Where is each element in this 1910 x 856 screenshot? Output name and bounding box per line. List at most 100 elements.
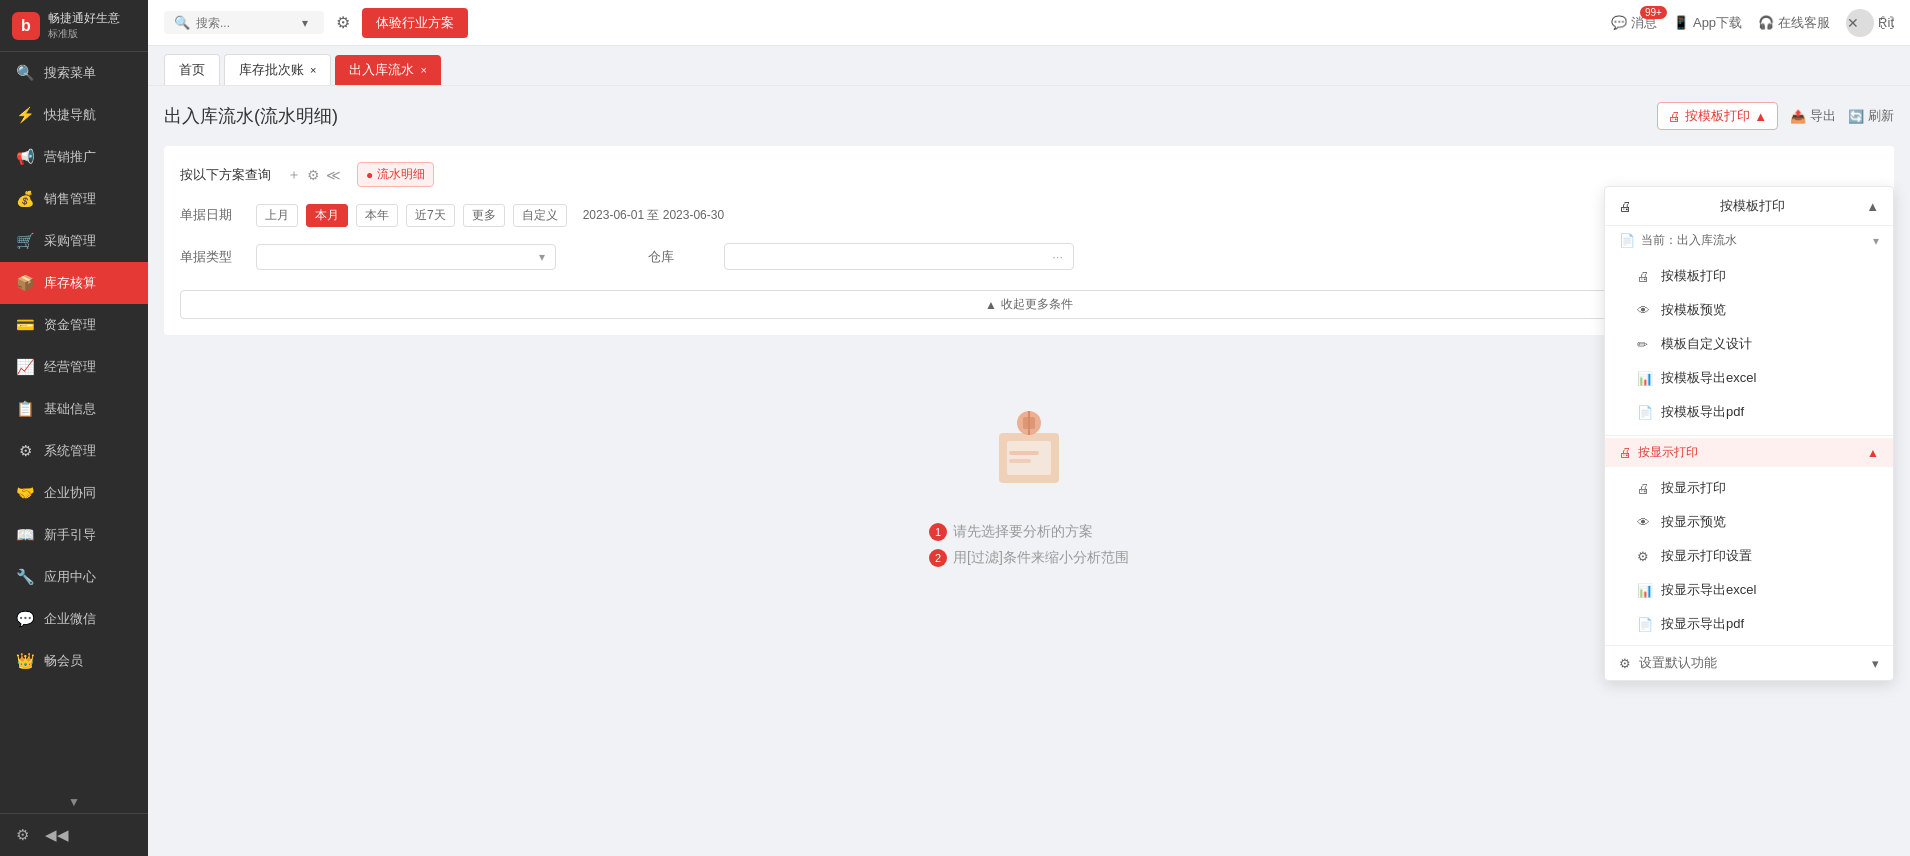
tab-stock-flow-close[interactable]: ×: [420, 64, 426, 76]
collapse-icon[interactable]: ◀◀: [45, 826, 69, 844]
tab-home-label: 首页: [179, 61, 205, 79]
sidebar-item-6[interactable]: 💳资金管理: [0, 304, 148, 346]
tab-stock-flow[interactable]: 出入库流水 ×: [335, 55, 440, 85]
sidebar-item-icon-13: 💬: [16, 610, 34, 628]
sidebar-item-8[interactable]: 📋基础信息: [0, 388, 148, 430]
pdf-disp-label: 按显示导出pdf: [1661, 615, 1744, 633]
sidebar-item-13[interactable]: 💬 企业微信: [0, 598, 148, 640]
sidebar-item-12[interactable]: 🔧 应用中心: [0, 556, 148, 598]
sidebar-item-icon-12: 🔧: [16, 568, 34, 586]
sidebar-item-label-9: 系统管理: [44, 442, 96, 460]
date-more-btn[interactable]: 更多: [463, 204, 505, 227]
footer-icon: ⚙: [1619, 656, 1631, 671]
search-input[interactable]: [196, 16, 296, 30]
print-tmpl-label: 按模板打印: [1661, 267, 1726, 285]
dropdown-preview-template[interactable]: 👁 按模板预览: [1605, 293, 1893, 327]
hint-item-1: 1 请先选择要分析的方案: [929, 523, 1129, 541]
export-btn[interactable]: 📤 导出: [1790, 107, 1836, 125]
message-btn[interactable]: 💬 消息 99+: [1611, 14, 1657, 32]
sidebar-scroll-down[interactable]: ▼: [68, 795, 80, 809]
print-template-btn[interactable]: 🖨 按模板打印 ▲: [1657, 102, 1778, 130]
dropdown-print-display[interactable]: 🖨 按显示打印: [1605, 471, 1893, 505]
sidebar-item-label-12: 应用中心: [44, 568, 96, 586]
dropdown-header-arrow[interactable]: ▲: [1866, 199, 1879, 214]
topbar-search-box[interactable]: 🔍 ▾: [164, 11, 324, 34]
sidebar-item-11[interactable]: 📖新手引导: [0, 514, 148, 556]
sidebar-item-4[interactable]: 🛒采购管理: [0, 220, 148, 262]
sidebar-item-14[interactable]: 👑畅会员: [0, 640, 148, 682]
date-last-7days-btn[interactable]: 近7天: [406, 204, 455, 227]
logo-text: 畅捷通好生意 标准版: [48, 10, 120, 41]
window-controls: ✕ ⛶: [1830, 0, 1910, 46]
filter-tag-dot: ●: [366, 168, 373, 182]
settings-icon[interactable]: ⚙: [16, 826, 29, 844]
sidebar-item-icon-2: 📢: [16, 148, 34, 166]
search-dropdown-arrow[interactable]: ▾: [302, 16, 308, 30]
sidebar-item-icon-9: ⚙: [16, 442, 34, 460]
filter-collapse-icon[interactable]: ≪: [326, 167, 341, 183]
close-window-btn[interactable]: ✕: [1838, 8, 1868, 38]
app-logo: b 畅捷通好生意 标准版: [0, 0, 148, 52]
dropdown-print-settings-display[interactable]: ⚙ 按显示打印设置: [1605, 539, 1893, 573]
dropdown-export-excel-display[interactable]: 📊 按显示导出excel: [1605, 573, 1893, 607]
dropdown-print-template[interactable]: 🖨 按模板打印: [1605, 259, 1893, 293]
dropdown-export-pdf-template[interactable]: 📄 按模板导出pdf: [1605, 395, 1893, 429]
current-template-arrow[interactable]: ▾: [1873, 234, 1879, 248]
preview-tmpl-label: 按模板预览: [1661, 301, 1726, 319]
pdf-tmpl-label: 按模板导出pdf: [1661, 403, 1744, 421]
dropdown-export-pdf-display[interactable]: 📄 按显示导出pdf: [1605, 607, 1893, 641]
template-icon: 📄: [1619, 233, 1635, 248]
sidebar-item-label-13: 企业微信: [44, 610, 96, 628]
excel-disp-label: 按显示导出excel: [1661, 581, 1756, 599]
message-badge: 99+: [1640, 6, 1667, 19]
sidebar-item-3[interactable]: 💰 销售管理: [0, 178, 148, 220]
display-section-icon: 🖨: [1619, 445, 1632, 460]
sidebar-item-icon-8: 📋: [16, 400, 34, 418]
filter-main-label: 按以下方案查询: [180, 166, 271, 184]
filter-settings-icon[interactable]: ⚙: [307, 167, 320, 183]
add-filter-icon[interactable]: ＋: [287, 166, 301, 184]
voucher-type-select[interactable]: ▾: [256, 244, 556, 270]
sidebar-item-icon-3: 💰: [16, 190, 34, 208]
hint-text-2: 用[过滤]条件来缩小分析范围: [953, 549, 1129, 567]
tab-home[interactable]: 首页: [164, 54, 220, 85]
warehouse-select[interactable]: ···: [724, 243, 1074, 270]
tab-inventory-batch[interactable]: 库存批次账 ×: [224, 54, 331, 85]
date-last-month-btn[interactable]: 上月: [256, 204, 298, 227]
collapse-label: 收起更多条件: [1001, 296, 1073, 313]
custom-tmpl-icon: ✏: [1637, 337, 1653, 352]
refresh-btn[interactable]: 🔄 刷新: [1848, 107, 1894, 125]
online-service-btn[interactable]: 🎧 在线客服: [1758, 14, 1830, 32]
content-tabs: 首页 库存批次账 × 出入库流水 × ✕ ⛶: [148, 46, 1910, 86]
date-current-month-btn[interactable]: 本月: [306, 204, 348, 227]
company-name: 畅捷通好生意: [48, 10, 120, 27]
sidebar-item-label-3: 销售管理: [44, 190, 96, 208]
sidebar-item-label-2: 营销推广: [44, 148, 96, 166]
topbar-settings-icon[interactable]: ⚙: [336, 13, 350, 32]
sidebar-item-2[interactable]: 📢 营销推广: [0, 136, 148, 178]
sidebar-item-7[interactable]: 📈经营管理: [0, 346, 148, 388]
dropdown-footer[interactable]: ⚙ 设置默认功能 ▾: [1605, 645, 1893, 680]
sidebar-item-label-11: 新手引导: [44, 526, 96, 544]
warehouse-more-icon[interactable]: ···: [1052, 249, 1063, 264]
dropdown-preview-display[interactable]: 👁 按显示预览: [1605, 505, 1893, 539]
sidebar-item-9[interactable]: ⚙ 系统管理: [0, 430, 148, 472]
sidebar-item-1[interactable]: ⚡快捷导航: [0, 94, 148, 136]
sidebar-item-5[interactable]: 📦库存核算: [0, 262, 148, 304]
display-section-arrow[interactable]: ▲: [1867, 446, 1879, 460]
sidebar-item-icon-4: 🛒: [16, 232, 34, 250]
app-download-btn[interactable]: 📱 App下载: [1673, 14, 1742, 32]
trial-btn[interactable]: 体验行业方案: [362, 8, 468, 38]
sidebar-item-icon-14: 👑: [16, 652, 34, 670]
tab-inventory-batch-close[interactable]: ×: [310, 64, 316, 76]
dropdown-section-display: 🖨 按显示打印 👁 按显示预览 ⚙ 按显示打印设置 📊 按显示导出excel: [1605, 467, 1893, 645]
date-current-year-btn[interactable]: 本年: [356, 204, 398, 227]
dropdown-export-excel-template[interactable]: 📊 按模板导出excel: [1605, 361, 1893, 395]
date-custom-btn[interactable]: 自定义: [513, 204, 567, 227]
maximize-window-btn[interactable]: ⛶: [1872, 8, 1902, 38]
page-actions: 🖨 按模板打印 ▲ 📤 导出 🔄 刷新: [1657, 102, 1894, 130]
sidebar-item-10[interactable]: 🤝企业协同: [0, 472, 148, 514]
page-titlebar: 出入库流水(流水明细) 🖨 按模板打印 ▲ 📤 导出 🔄 刷新: [164, 102, 1894, 130]
sidebar-item-0[interactable]: 🔍搜索菜单: [0, 52, 148, 94]
dropdown-custom-template[interactable]: ✏ 模板自定义设计: [1605, 327, 1893, 361]
